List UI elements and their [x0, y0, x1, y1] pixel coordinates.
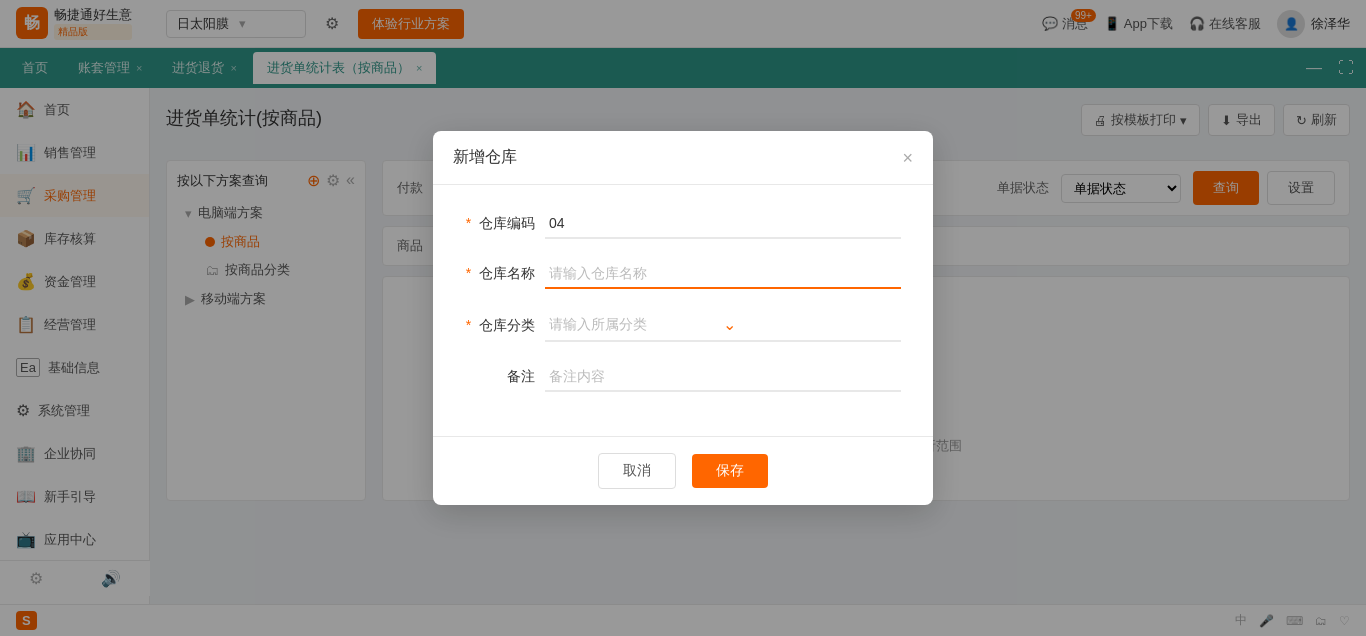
name-input[interactable] — [545, 259, 901, 289]
code-required-mark: * — [466, 215, 471, 231]
new-warehouse-modal: 新增仓库 × * 仓库编码 * 仓库名称 — [433, 131, 933, 505]
category-dropdown-arrow: ⌄ — [723, 315, 897, 334]
modal-overlay: 新增仓库 × * 仓库编码 * 仓库名称 — [0, 0, 1366, 636]
modal-close-btn[interactable]: × — [902, 149, 913, 167]
code-label: * 仓库编码 — [465, 215, 545, 233]
name-required-mark: * — [466, 265, 471, 281]
form-row-remark: 备注 — [465, 362, 901, 392]
name-label: * 仓库名称 — [465, 265, 545, 283]
cancel-button[interactable]: 取消 — [598, 453, 676, 489]
modal-title: 新增仓库 — [453, 147, 517, 168]
form-row-category: * 仓库分类 请输入所属分类 ⌄ — [465, 309, 901, 342]
category-placeholder: 请输入所属分类 — [549, 316, 723, 334]
remark-input[interactable] — [545, 362, 901, 392]
category-label: * 仓库分类 — [465, 317, 545, 335]
remark-label: 备注 — [465, 368, 545, 386]
modal-header: 新增仓库 × — [433, 131, 933, 185]
modal-footer: 取消 保存 — [433, 436, 933, 505]
save-button[interactable]: 保存 — [692, 454, 768, 488]
code-input[interactable] — [545, 209, 901, 239]
form-row-code: * 仓库编码 — [465, 209, 901, 239]
modal-body: * 仓库编码 * 仓库名称 * 仓库分类 请输入所属 — [433, 185, 933, 436]
category-required-mark: * — [466, 317, 471, 333]
form-row-name: * 仓库名称 — [465, 259, 901, 289]
category-select[interactable]: 请输入所属分类 ⌄ — [545, 309, 901, 342]
